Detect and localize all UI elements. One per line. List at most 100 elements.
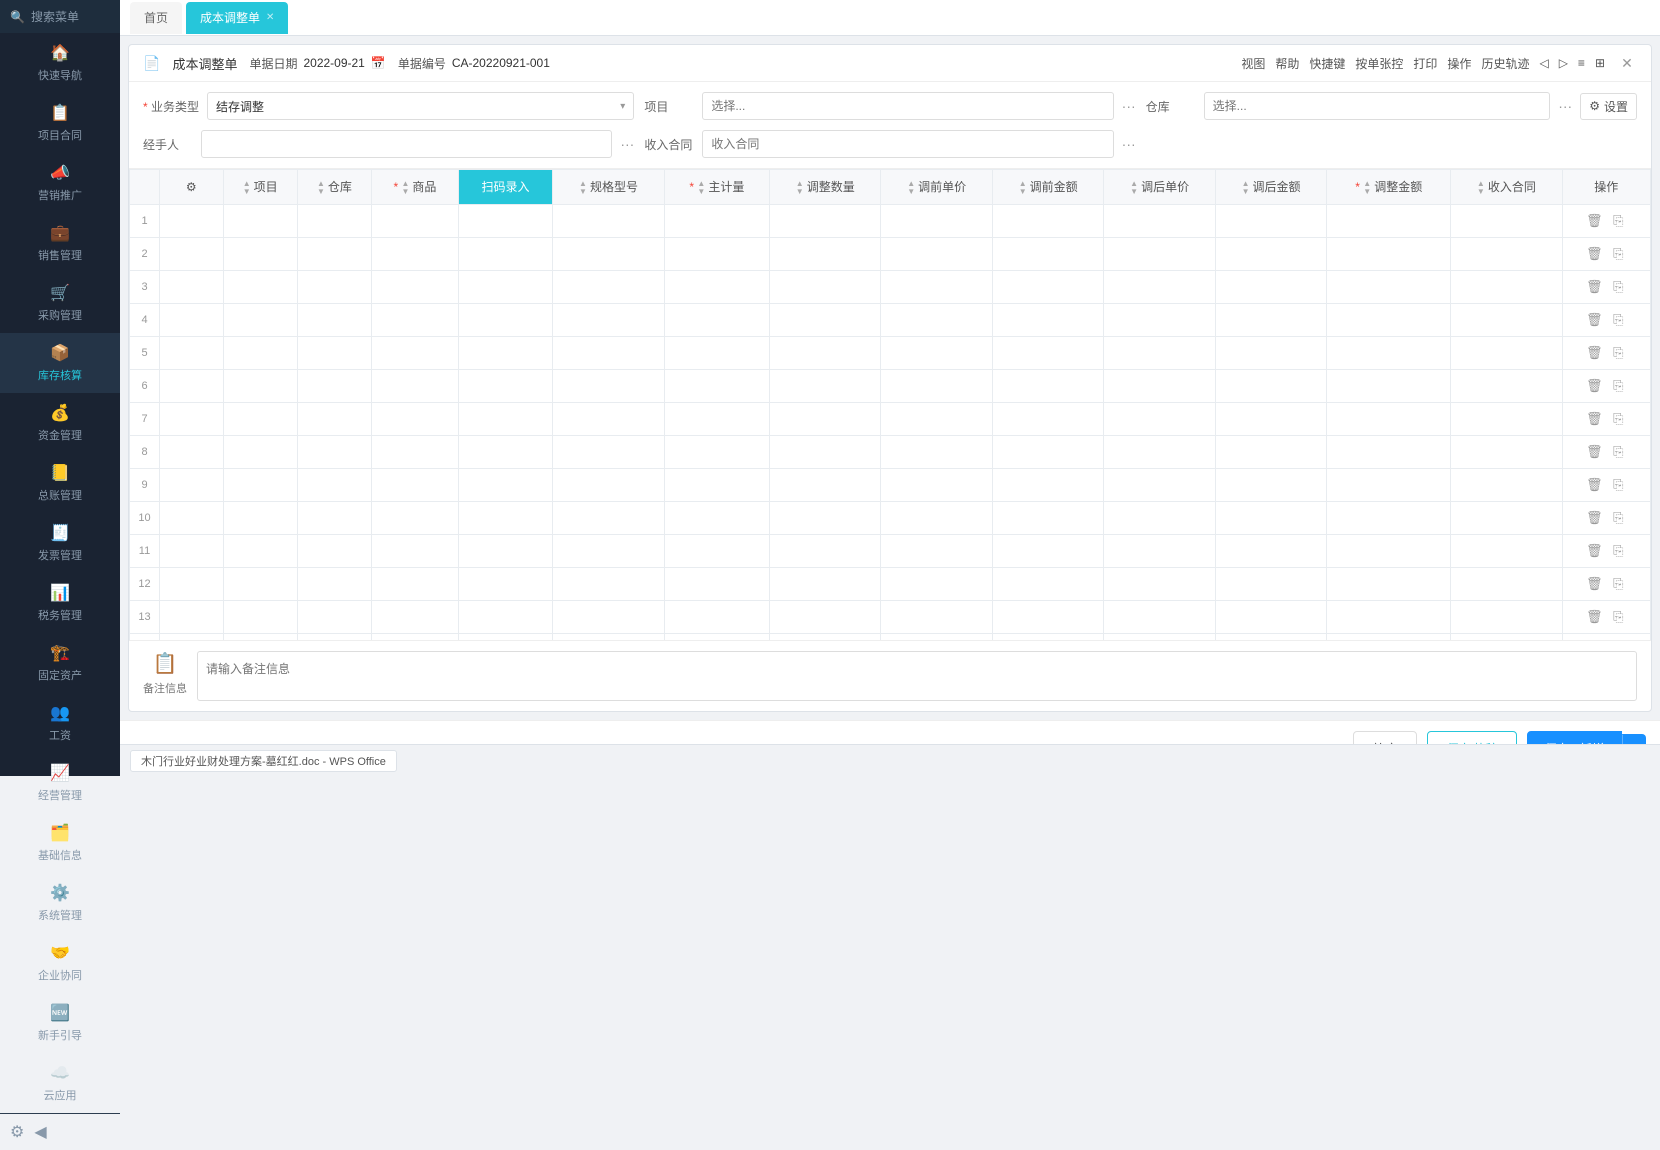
cell-project[interactable] xyxy=(223,369,297,402)
cell-adj-qty[interactable] xyxy=(770,204,881,237)
cell-adj-amount[interactable] xyxy=(1327,303,1451,336)
col-after-amount[interactable]: ▲▼调后金额 xyxy=(1215,170,1326,205)
action-shortcut[interactable]: 快捷键 xyxy=(1309,55,1345,72)
cell-project[interactable] xyxy=(223,270,297,303)
delete-row-button[interactable]: 🗑 xyxy=(1584,343,1604,363)
cell-scan-input[interactable] xyxy=(458,501,553,534)
collapse-icon[interactable]: ◀ xyxy=(34,1122,46,1142)
cell-before-price[interactable] xyxy=(881,369,992,402)
cell-after-price[interactable] xyxy=(1104,336,1215,369)
cell-before-amount[interactable] xyxy=(992,468,1103,501)
col-project[interactable]: ▲▼项目 xyxy=(223,170,297,205)
cell-adj-amount[interactable] xyxy=(1327,237,1451,270)
cell-before-amount[interactable] xyxy=(992,633,1103,640)
cell-before-price[interactable] xyxy=(881,336,992,369)
cell-after-amount[interactable] xyxy=(1215,633,1326,640)
cell-before-amount[interactable] xyxy=(992,402,1103,435)
cell-before-amount[interactable] xyxy=(992,534,1103,567)
cell-spec-type[interactable] xyxy=(553,204,664,237)
cell-before-price[interactable] xyxy=(881,600,992,633)
cell-scan-input[interactable] xyxy=(458,633,553,640)
cell-scan-input[interactable] xyxy=(458,468,553,501)
cell-warehouse[interactable] xyxy=(297,600,371,633)
cell-spec-type[interactable] xyxy=(553,435,664,468)
copy-row-button[interactable]: ⎘ xyxy=(1608,343,1628,363)
copy-row-button[interactable]: ⎘ xyxy=(1608,277,1628,297)
cell-before-price[interactable] xyxy=(881,402,992,435)
settings-button[interactable]: ⚙ 设置 xyxy=(1580,93,1637,120)
cell-product[interactable] xyxy=(372,336,459,369)
cell-before-price[interactable] xyxy=(881,468,992,501)
cell-adj-qty[interactable] xyxy=(770,336,881,369)
delete-row-button[interactable]: 🗑 xyxy=(1584,211,1604,231)
sidebar-item-ledger-mgmt[interactable]: 📒总账管理 xyxy=(0,453,120,513)
cell-adj-qty[interactable] xyxy=(770,402,881,435)
cell-spec-type[interactable] xyxy=(553,534,664,567)
cell-before-price[interactable] xyxy=(881,435,992,468)
cell-project[interactable] xyxy=(223,237,297,270)
cell-warehouse[interactable] xyxy=(297,336,371,369)
delete-row-button[interactable]: 🗑 xyxy=(1584,376,1604,396)
cell-project[interactable] xyxy=(223,501,297,534)
cell-product[interactable] xyxy=(372,369,459,402)
cell-unit[interactable] xyxy=(664,501,769,534)
cell-after-amount[interactable] xyxy=(1215,303,1326,336)
cell-after-amount[interactable] xyxy=(1215,204,1326,237)
cell-spec-type[interactable] xyxy=(553,600,664,633)
cell-after-price[interactable] xyxy=(1104,633,1215,640)
sidebar-search[interactable]: 🔍 搜索菜单 xyxy=(0,0,120,33)
cell-scan-input[interactable] xyxy=(458,600,553,633)
cell-before-price[interactable] xyxy=(881,204,992,237)
col-product[interactable]: ▲▼商品 xyxy=(372,170,459,205)
cell-adj-qty[interactable] xyxy=(770,303,881,336)
income-contract-input[interactable] xyxy=(702,130,1113,158)
delete-row-button[interactable]: 🗑 xyxy=(1584,310,1604,330)
cell-after-price[interactable] xyxy=(1104,204,1215,237)
sidebar-item-invoice-mgmt[interactable]: 🧾发票管理 xyxy=(0,513,120,573)
cell-scan-input[interactable] xyxy=(458,204,553,237)
cell-after-amount[interactable] xyxy=(1215,534,1326,567)
cell-after-amount[interactable] xyxy=(1215,369,1326,402)
cell-unit[interactable] xyxy=(664,270,769,303)
delete-row-button[interactable]: 🗑 xyxy=(1584,508,1604,528)
sidebar-item-sales-promotion[interactable]: 📣营销推广 xyxy=(0,153,120,213)
cell-product[interactable] xyxy=(372,567,459,600)
cell-spec-type[interactable] xyxy=(553,402,664,435)
cell-before-amount[interactable] xyxy=(992,204,1103,237)
tab-close-cost-adjust[interactable]: ✕ xyxy=(266,12,274,23)
cell-warehouse[interactable] xyxy=(297,402,371,435)
cell-before-price[interactable] xyxy=(881,534,992,567)
warehouse-input[interactable] xyxy=(1204,92,1551,120)
delete-row-button[interactable]: 🗑 xyxy=(1584,607,1604,627)
cell-project[interactable] xyxy=(223,534,297,567)
col-adj-amount[interactable]: ▲▼调整金额 xyxy=(1327,170,1451,205)
cell-product[interactable] xyxy=(372,501,459,534)
note-textarea[interactable] xyxy=(197,651,1637,701)
cell-income-contract[interactable] xyxy=(1451,237,1562,270)
sidebar-item-project-contract[interactable]: 📋项目合同 xyxy=(0,93,120,153)
cell-income-contract[interactable] xyxy=(1451,204,1562,237)
cell-warehouse[interactable] xyxy=(297,468,371,501)
cell-product[interactable] xyxy=(372,270,459,303)
cell-product[interactable] xyxy=(372,204,459,237)
copy-row-button[interactable]: ⎘ xyxy=(1608,376,1628,396)
cell-after-amount[interactable] xyxy=(1215,468,1326,501)
cell-unit[interactable] xyxy=(664,633,769,640)
cell-adj-amount[interactable] xyxy=(1327,534,1451,567)
cell-scan-input[interactable] xyxy=(458,435,553,468)
cell-before-amount[interactable] xyxy=(992,303,1103,336)
copy-row-button[interactable]: ⎘ xyxy=(1608,244,1628,264)
cell-after-amount[interactable] xyxy=(1215,237,1326,270)
action-operation[interactable]: 操作 xyxy=(1447,55,1471,72)
cell-spec-type[interactable] xyxy=(553,303,664,336)
cell-after-price[interactable] xyxy=(1104,567,1215,600)
sidebar-item-ops-mgmt[interactable]: 📈经营管理 xyxy=(0,753,120,813)
action-view[interactable]: 视图 xyxy=(1241,55,1265,72)
cell-before-amount[interactable] xyxy=(992,270,1103,303)
copy-row-button[interactable]: ⎘ xyxy=(1608,607,1628,627)
delete-row-button[interactable]: 🗑 xyxy=(1584,475,1604,495)
project-more-icon[interactable]: ··· xyxy=(1122,98,1136,114)
cell-scan-input[interactable] xyxy=(458,270,553,303)
cell-warehouse[interactable] xyxy=(297,501,371,534)
cell-adj-qty[interactable] xyxy=(770,534,881,567)
